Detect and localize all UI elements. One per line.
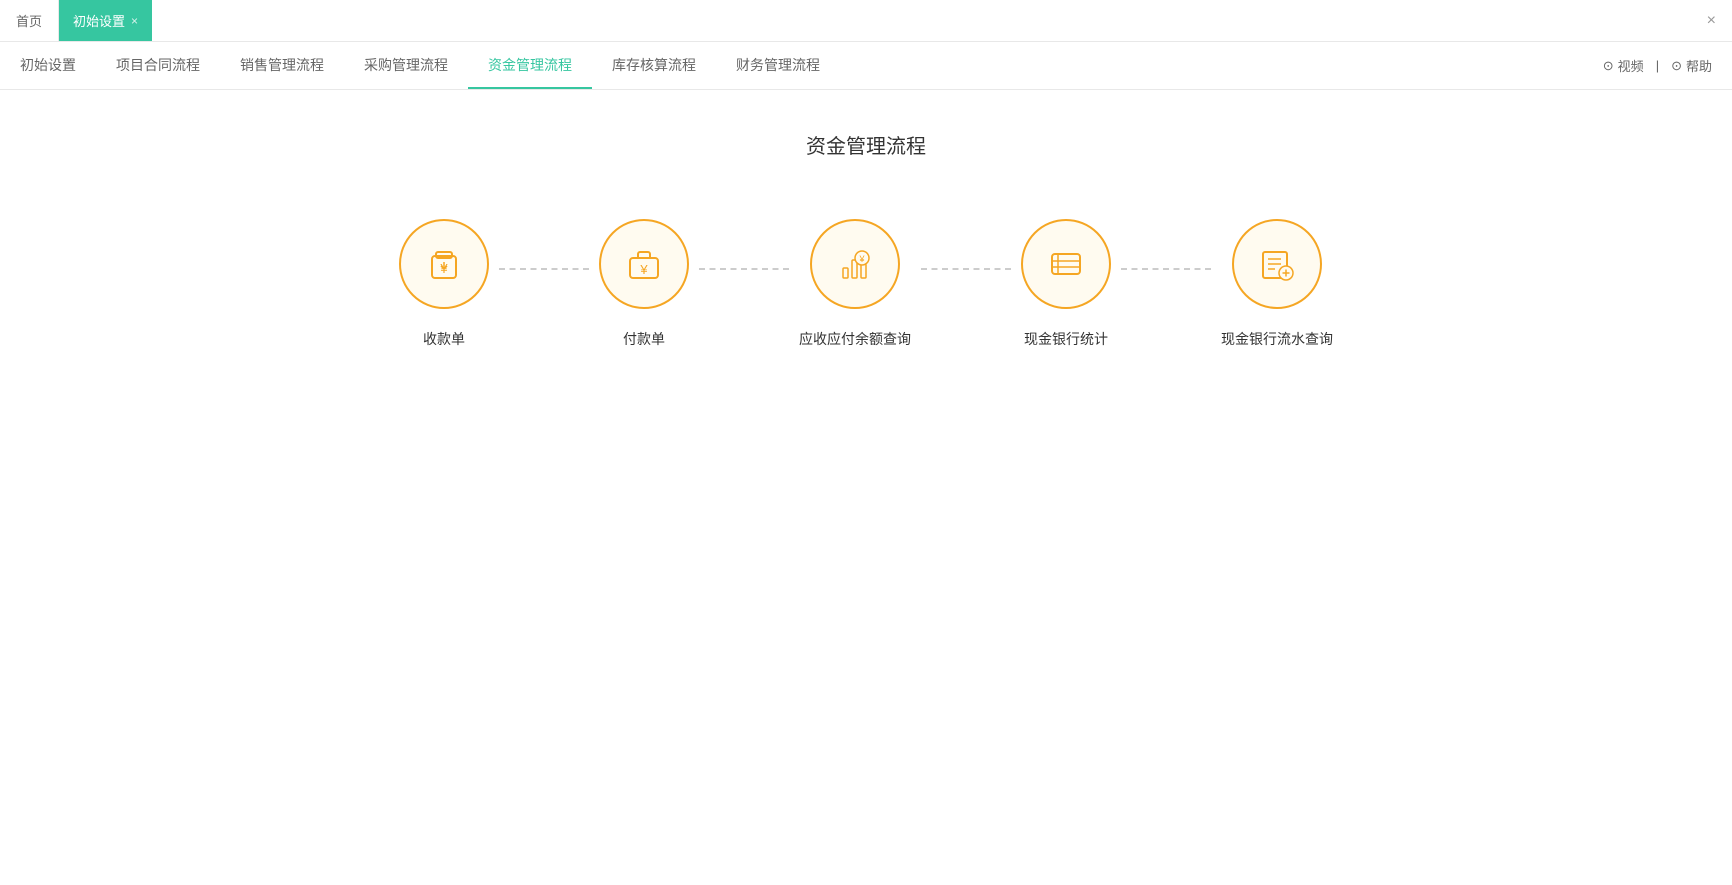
- flow-item-receipt[interactable]: ¥ 收款单: [399, 219, 489, 349]
- nav-item-finance-management[interactable]: 财务管理流程: [716, 42, 840, 89]
- video-button[interactable]: ⊙ 视频: [1603, 56, 1644, 75]
- cash-bank-flow-icon: [1255, 242, 1299, 286]
- home-tab[interactable]: 首页: [0, 0, 59, 41]
- dashed-line-4: [1121, 268, 1211, 270]
- flow-label-cash-bank-stats: 现金银行统计: [1024, 329, 1108, 349]
- flow-row: ¥ 收款单 ¥ 付款单: [20, 219, 1712, 349]
- close-icon: ×: [1707, 12, 1716, 30]
- nav-label-capital-management: 资金管理流程: [488, 55, 572, 75]
- flow-label-payment: 付款单: [623, 329, 665, 349]
- nav-label-inventory-accounting: 库存核算流程: [612, 55, 696, 75]
- video-label: 视频: [1618, 56, 1644, 75]
- flow-item-cash-bank-stats[interactable]: 现金银行统计: [1021, 219, 1111, 349]
- flow-item-payment[interactable]: ¥ 付款单: [599, 219, 689, 349]
- nav-right: ⊙ 视频 | ⊙ 帮助: [1603, 56, 1712, 75]
- connector-1: [489, 268, 599, 300]
- divider: |: [1656, 58, 1659, 73]
- cash-bank-stats-icon: [1044, 242, 1088, 286]
- flow-label-receipt: 收款单: [423, 329, 465, 349]
- connector-2: [689, 268, 799, 300]
- flow-label-cash-bank-flow: 现金银行流水查询: [1221, 329, 1333, 349]
- help-icon: ⊙: [1671, 58, 1682, 74]
- balance-query-icon: ¥: [833, 242, 877, 286]
- window-close-button[interactable]: ×: [1691, 12, 1732, 30]
- flow-icon-cash-bank-stats-circle: [1021, 219, 1111, 309]
- top-bar: 首页 初始设置 × ×: [0, 0, 1732, 42]
- nav-label-project-contract: 项目合同流程: [116, 55, 200, 75]
- flow-item-balance-query[interactable]: ¥ 应收应付余额查询: [799, 219, 911, 349]
- nav-label-initial-setup: 初始设置: [20, 55, 76, 75]
- svg-text:¥: ¥: [858, 254, 865, 264]
- nav-item-initial-setup[interactable]: 初始设置: [20, 42, 96, 89]
- flow-label-balance-query: 应收应付余额查询: [799, 329, 911, 349]
- connector-4: [1111, 268, 1221, 300]
- nav-label-sales-management: 销售管理流程: [240, 55, 324, 75]
- nav-label-procurement-management: 采购管理流程: [364, 55, 448, 75]
- flow-icon-receipt-circle: ¥: [399, 219, 489, 309]
- receipt-icon: ¥: [422, 242, 466, 286]
- nav-item-sales-management[interactable]: 销售管理流程: [220, 42, 344, 89]
- help-label: 帮助: [1686, 56, 1712, 75]
- flow-icon-cash-bank-flow-circle: [1232, 219, 1322, 309]
- dashed-line-3: [921, 268, 1011, 270]
- help-button[interactable]: ⊙ 帮助: [1671, 56, 1712, 75]
- video-icon: ⊙: [1603, 58, 1614, 74]
- page-title: 资金管理流程: [20, 130, 1712, 159]
- flow-item-cash-bank-flow[interactable]: 现金银行流水查询: [1221, 219, 1333, 349]
- active-tab-close-icon[interactable]: ×: [131, 14, 138, 28]
- nav-item-capital-management[interactable]: 资金管理流程: [468, 42, 592, 89]
- active-tab[interactable]: 初始设置 ×: [59, 0, 152, 41]
- nav-label-finance-management: 财务管理流程: [736, 55, 820, 75]
- flow-icon-balance-query-circle: ¥: [810, 219, 900, 309]
- nav-item-project-contract[interactable]: 项目合同流程: [96, 42, 220, 89]
- active-tab-label: 初始设置: [73, 11, 125, 30]
- nav-bar: 初始设置 项目合同流程 销售管理流程 采购管理流程 资金管理流程 库存核算流程 …: [0, 42, 1732, 90]
- nav-item-inventory-accounting[interactable]: 库存核算流程: [592, 42, 716, 89]
- nav-item-procurement-management[interactable]: 采购管理流程: [344, 42, 468, 89]
- connector-3: [911, 268, 1021, 300]
- main-content: 资金管理流程 ¥ 收款单: [0, 90, 1732, 885]
- payment-icon: ¥: [622, 242, 666, 286]
- dashed-line-1: [499, 268, 589, 270]
- svg-text:¥: ¥: [639, 262, 648, 277]
- dashed-line-2: [699, 268, 789, 270]
- flow-icon-payment-circle: ¥: [599, 219, 689, 309]
